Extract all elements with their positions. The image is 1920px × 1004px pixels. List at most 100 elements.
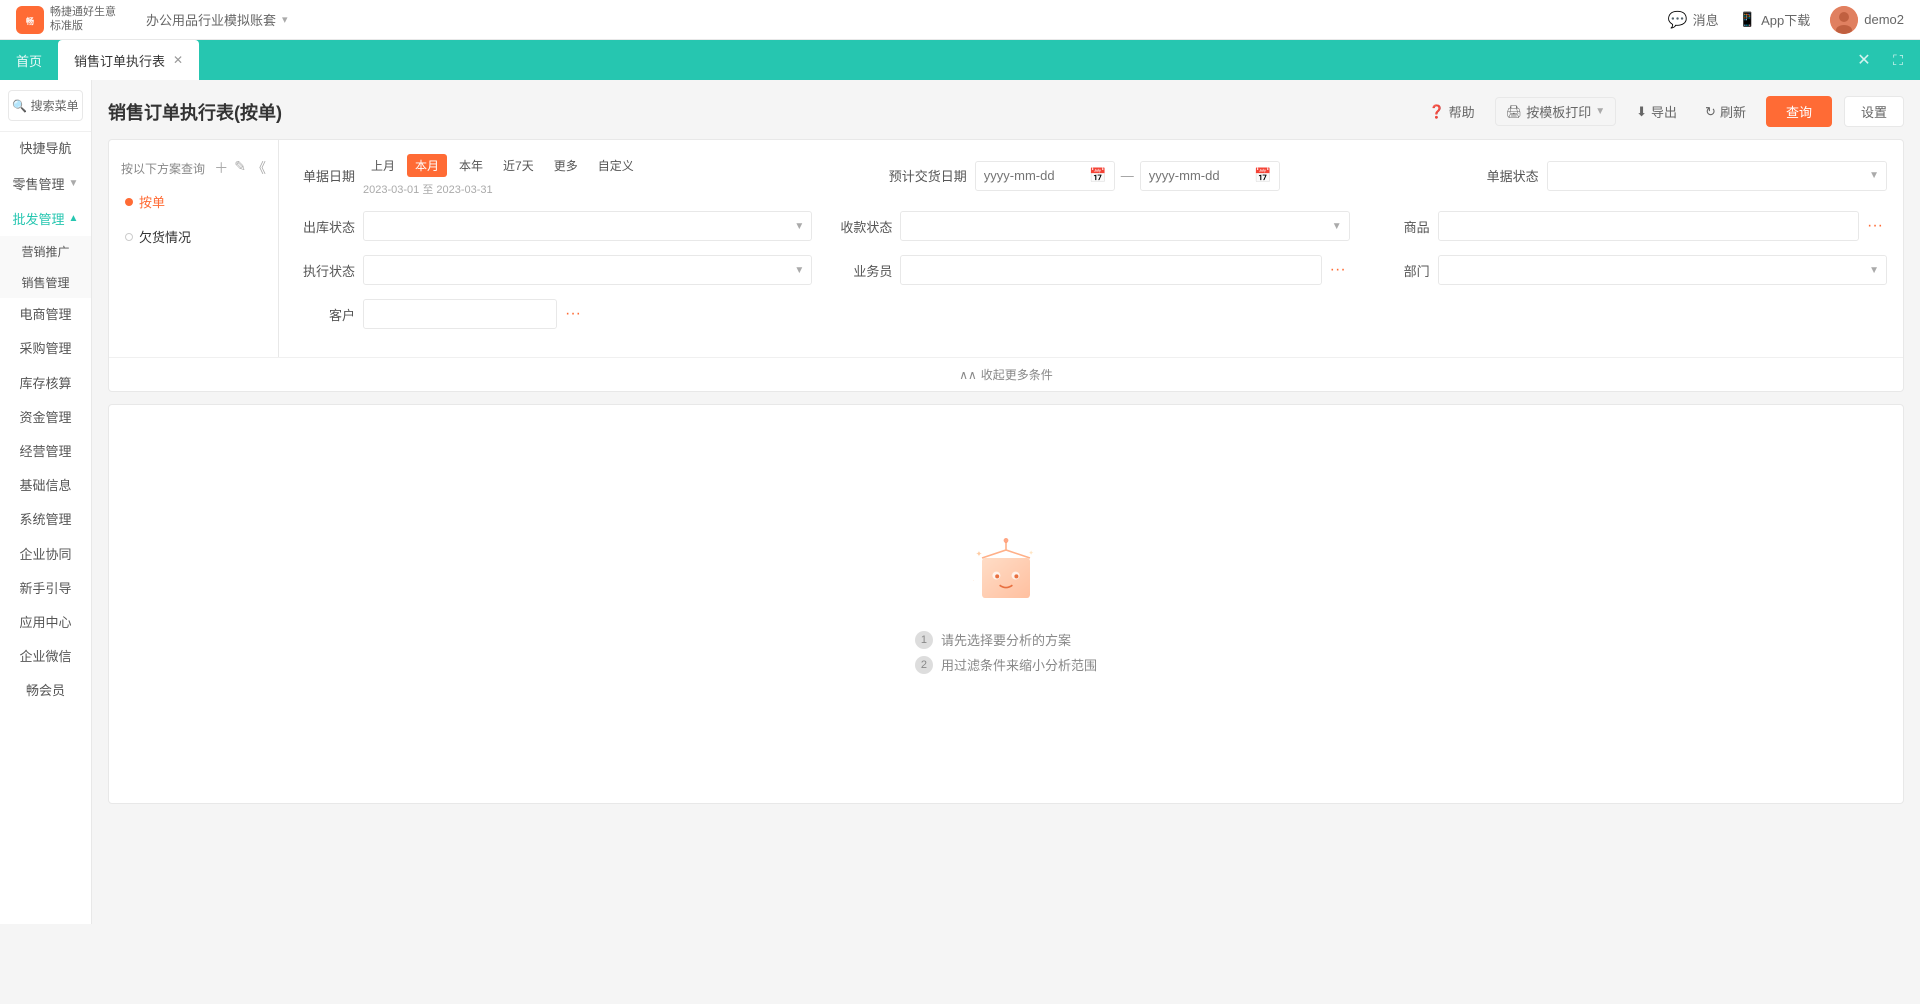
filter-field-customer: 客户 ··· (295, 299, 585, 329)
page-actions: ❓ 帮助 🖨 按模板打印 ▼ ⬇ 导出 ↻ 刷新 查询 设置 (1420, 96, 1904, 127)
settings-button[interactable]: 设置 (1844, 96, 1904, 127)
filter-field-date: 单据日期 上月 本月 本年 近7天 更多 自定义 2023-03-01 至 20… (295, 154, 867, 197)
breadcrumb[interactable]: 办公用品行业模拟账套 ▾ (146, 10, 288, 29)
message-icon: 💬 (1668, 10, 1688, 30)
message-button[interactable]: 💬 消息 (1668, 10, 1719, 30)
sidebar-item-newuser[interactable]: 新手引导 (0, 572, 91, 606)
filter-row-4: 客户 ··· (295, 299, 1887, 329)
search-menu-button[interactable]: 🔍 搜索菜单 (8, 90, 83, 121)
filter-field-outstatus: 出库状态 ▼ (295, 211, 812, 241)
add-scheme-icon[interactable]: ＋ (214, 158, 228, 178)
scheme-item-shortage[interactable]: 欠货情况 (109, 219, 278, 254)
minimize-icon: ✕ (1857, 50, 1870, 70)
expected-date-label: 预计交货日期 (887, 166, 967, 185)
dept-label: 部门 (1370, 261, 1430, 280)
header-left: 畅 畅捷通好生意 标准版 办公用品行业模拟账套 ▾ (16, 6, 288, 34)
sidebar-item-inventory[interactable]: 库存核算 (0, 367, 91, 401)
receipt-status-control: ▼ (900, 211, 1349, 241)
empty-tip-2: 2 用过滤条件来缩小分析范围 (915, 655, 1097, 674)
out-status-label: 出库状态 (295, 217, 355, 236)
salesman-input[interactable] (900, 255, 1321, 285)
customer-input[interactable] (363, 299, 557, 329)
tab-maximize-button[interactable]: ⛶ (1886, 48, 1910, 72)
date-btn-current-month[interactable]: 本月 (407, 154, 447, 177)
status-select[interactable] (1547, 161, 1887, 191)
scheme-item-single[interactable]: 按单 (109, 184, 278, 219)
goods-input[interactable] (1438, 211, 1859, 241)
maximize-icon: ⛶ (1893, 52, 1903, 69)
sidebar-item-sales[interactable]: 销售管理 (0, 267, 91, 298)
date-btn-last7days[interactable]: 近7天 (495, 154, 542, 177)
logo-text: 畅捷通好生意 标准版 (50, 6, 116, 32)
export-button[interactable]: ⬇ 导出 (1628, 98, 1685, 125)
sales-order-tab-label: 销售订单执行表 (74, 51, 165, 70)
sidebar-item-purchase[interactable]: 采购管理 (0, 332, 91, 366)
empty-illustration: ✦ ✦ · (966, 534, 1046, 614)
filter-sidebar-title: 按以下方案查询 ＋ ✎ 《 (109, 152, 278, 184)
out-status-control: ▼ (363, 211, 812, 241)
filter-field-goods: 商品 ··· (1370, 211, 1887, 241)
svg-text:畅: 畅 (26, 16, 34, 26)
filter-row-2: 出库状态 ▼ 收款状态 ▼ 商品 (295, 211, 1887, 241)
retail-expand-icon: ▼ (69, 178, 79, 189)
sidebar-item-ecommerce[interactable]: 电商管理 (0, 298, 91, 332)
tab-home[interactable]: 首页 (0, 40, 58, 80)
scheme-icon (125, 233, 133, 241)
exec-status-select[interactable] (363, 255, 812, 285)
sidebar-item-quick-nav[interactable]: 快捷导航 (0, 132, 91, 166)
sidebar-item-appcenter[interactable]: 应用中心 (0, 606, 91, 640)
goods-control: ··· (1438, 211, 1887, 241)
sidebar: 🔍 搜索菜单 快捷导航 零售管理 ▼ 批发管理 ▲ 营销推广 销售管理 电商管理… (0, 80, 92, 924)
print-button[interactable]: 🖨 按模板打印 ▼ (1495, 97, 1616, 126)
date-separator: — (1121, 168, 1134, 183)
customer-more-icon[interactable]: ··· (561, 305, 585, 323)
date-btn-more[interactable]: 更多 (546, 154, 586, 177)
date-btn-current-year[interactable]: 本年 (451, 154, 491, 177)
sidebar-item-wholesale[interactable]: 批发管理 ▲ (0, 201, 91, 236)
user-avatar-button[interactable]: demo2 (1830, 6, 1904, 34)
sidebar-item-retail[interactable]: 零售管理 ▼ (0, 166, 91, 201)
receipt-status-select[interactable] (900, 211, 1349, 241)
sidebar-item-member[interactable]: 畅会员 (0, 674, 91, 708)
exec-status-label: 执行状态 (295, 261, 355, 280)
sidebar-item-finance[interactable]: 资金管理 (0, 401, 91, 435)
refresh-button[interactable]: ↻ 刷新 (1697, 98, 1754, 125)
tab-minimize-button[interactable]: ✕ (1852, 48, 1876, 72)
date-quick-buttons: 上月 本月 本年 近7天 更多 自定义 (363, 154, 642, 177)
tab-sales-order[interactable]: 销售订单执行表 ✕ (58, 40, 199, 80)
filter-field-execstatus: 执行状态 ▼ (295, 255, 812, 285)
tab-close-icon[interactable]: ✕ (173, 53, 183, 67)
sidebar-item-basic-info[interactable]: 基础信息 (0, 469, 91, 503)
single-status-label: 单据状态 (1479, 166, 1539, 185)
collapse-bar[interactable]: ∧∧ 收起更多条件 (109, 357, 1903, 391)
sidebar-item-marketing[interactable]: 营销推广 (0, 236, 91, 267)
header-right: 💬 消息 📱 App下载 demo2 (1668, 6, 1904, 34)
query-button[interactable]: 查询 (1766, 96, 1832, 127)
refresh-icon: ↻ (1705, 104, 1716, 120)
collapse-scheme-icon[interactable]: 《 (252, 158, 266, 178)
sidebar-item-enterprise[interactable]: 企业协同 (0, 538, 91, 572)
top-header: 畅 畅捷通好生意 标准版 办公用品行业模拟账套 ▾ 💬 消息 📱 App下载 (0, 0, 1920, 40)
out-status-select[interactable] (363, 211, 812, 241)
collapse-up-icon: ∧∧ (959, 368, 977, 382)
svg-text:✦: ✦ (1028, 550, 1033, 557)
goods-more-icon[interactable]: ··· (1863, 217, 1887, 235)
single-date-control: 上月 本月 本年 近7天 更多 自定义 2023-03-01 至 2023-03… (363, 154, 867, 197)
sidebar-group-wholesale: 批发管理 ▲ 营销推广 销售管理 (0, 201, 91, 298)
sidebar-item-operations[interactable]: 经营管理 (0, 435, 91, 469)
date-btn-custom[interactable]: 自定义 (590, 154, 642, 177)
export-icon: ⬇ (1636, 104, 1647, 120)
edit-scheme-icon[interactable]: ✎ (234, 158, 246, 178)
dept-select[interactable] (1438, 255, 1887, 285)
help-button[interactable]: ❓ 帮助 (1420, 98, 1482, 125)
filter-scheme-sidebar: 按以下方案查询 ＋ ✎ 《 按单 欠货情况 (109, 140, 279, 357)
empty-tips: 1 请先选择要分析的方案 2 用过滤条件来缩小分析范围 (915, 630, 1097, 674)
app-download-button[interactable]: 📱 App下载 (1739, 10, 1811, 29)
svg-text:·: · (972, 578, 974, 584)
sidebar-item-system[interactable]: 系统管理 (0, 503, 91, 537)
expected-date-to-wrapper: 📅 (1140, 161, 1280, 191)
salesman-more-icon[interactable]: ··· (1326, 261, 1350, 279)
sidebar-item-wxwork[interactable]: 企业微信 (0, 640, 91, 674)
salesman-label: 业务员 (832, 261, 892, 280)
date-btn-last-month[interactable]: 上月 (363, 154, 403, 177)
